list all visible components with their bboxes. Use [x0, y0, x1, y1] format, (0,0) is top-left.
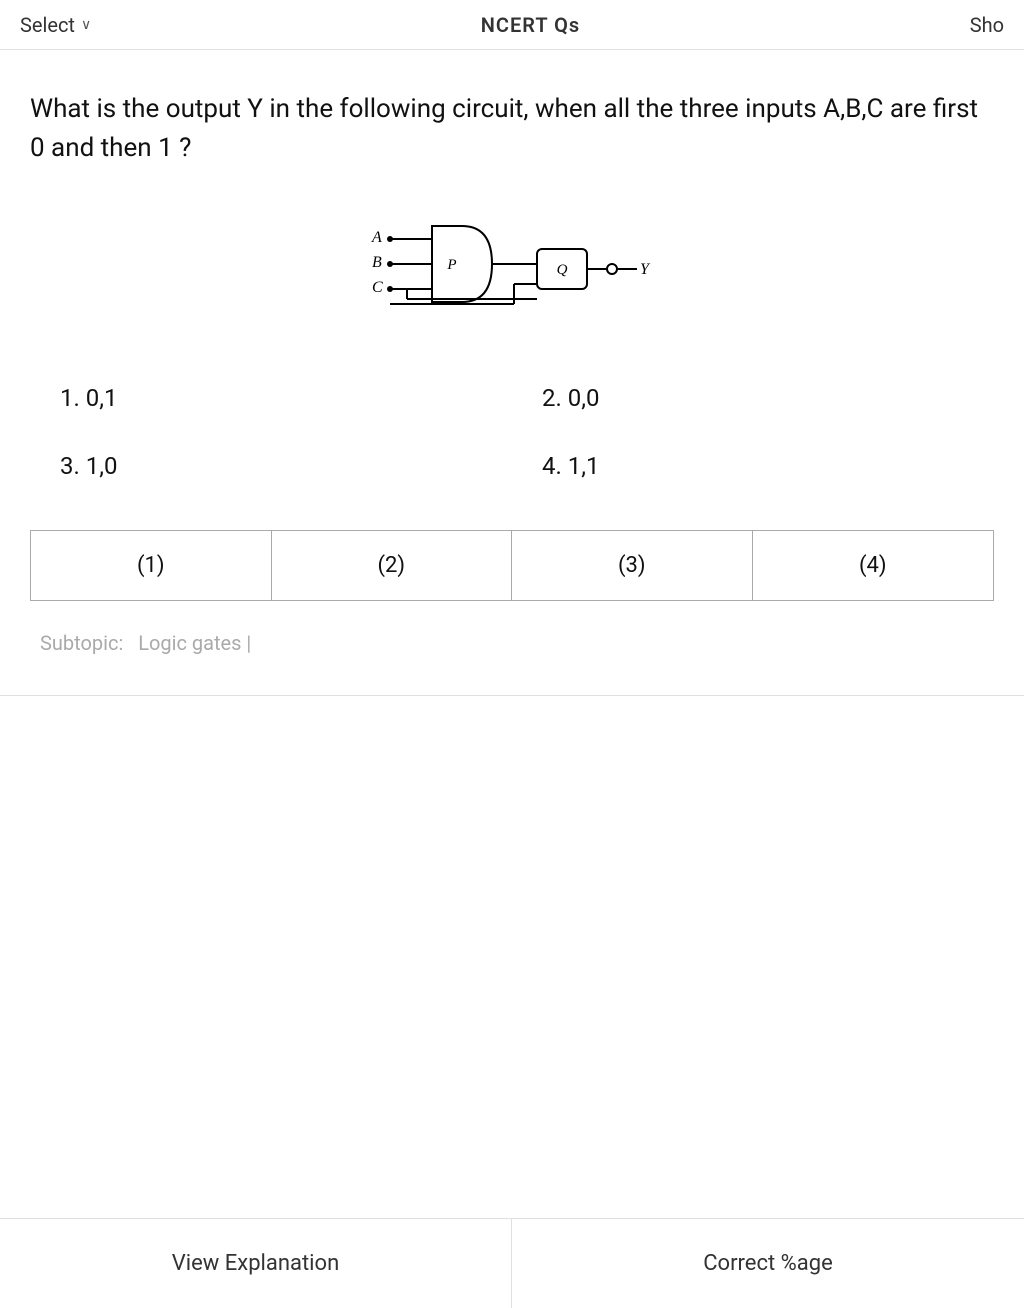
- header-right-label: Sho: [970, 13, 1004, 37]
- svg-text:B: B: [372, 254, 382, 271]
- circuit-svg: A B C P: [352, 204, 672, 324]
- subtopic-prefix: Subtopic:: [40, 631, 123, 655]
- answer-cell-3-label: (3): [618, 553, 646, 578]
- svg-text:C: C: [372, 279, 383, 296]
- option-4[interactable]: 4. 1,1: [512, 432, 994, 500]
- correct-percentage-label: Correct %age: [703, 1251, 833, 1276]
- circuit-diagram: A B C P: [30, 204, 994, 324]
- chevron-down-icon: ∨: [81, 17, 91, 33]
- svg-text:Q: Q: [557, 262, 568, 278]
- option-1[interactable]: 1. 0,1: [30, 364, 512, 432]
- svg-text:A: A: [371, 229, 382, 246]
- answer-cell-1-label: (1): [137, 553, 165, 578]
- bottom-bar: View Explanation Correct %age: [0, 1218, 1024, 1308]
- option-3-value: 1,0: [86, 452, 118, 480]
- header-title: NCERT Qs: [481, 13, 580, 37]
- answer-cell-2-label: (2): [377, 553, 405, 578]
- option-2-value: 0,0: [568, 384, 600, 412]
- subtopic: Subtopic: Logic gates |: [30, 631, 994, 655]
- view-explanation-button[interactable]: View Explanation: [0, 1219, 512, 1308]
- option-2[interactable]: 2. 0,0: [512, 364, 994, 432]
- main-content: What is the output Y in the following ci…: [0, 50, 1024, 695]
- view-explanation-label: View Explanation: [172, 1251, 339, 1276]
- answer-cell-4-label: (4): [859, 553, 887, 578]
- option-1-value: 0,1: [86, 384, 118, 412]
- svg-text:P: P: [446, 257, 456, 273]
- question-text: What is the output Y in the following ci…: [30, 90, 994, 168]
- option-3-number: 3.: [60, 452, 86, 480]
- option-2-number: 2.: [542, 384, 568, 412]
- answer-cell-3[interactable]: (3): [512, 531, 753, 600]
- svg-text:Y: Y: [640, 261, 651, 278]
- subtopic-value: Logic gates |: [138, 631, 251, 655]
- select-dropdown[interactable]: Select ∨: [20, 13, 91, 37]
- answer-selection-row: (1) (2) (3) (4): [30, 530, 994, 601]
- options-grid: 1. 0,1 2. 0,0 3. 1,0 4. 1,1: [30, 364, 994, 500]
- answer-cell-1[interactable]: (1): [31, 531, 272, 600]
- option-4-value: 1,1: [568, 452, 600, 480]
- answer-cell-2[interactable]: (2): [272, 531, 513, 600]
- answer-cell-4[interactable]: (4): [753, 531, 994, 600]
- header: Select ∨ NCERT Qs Sho: [0, 0, 1024, 50]
- bottom-divider: [0, 695, 1024, 696]
- select-label: Select: [20, 13, 75, 37]
- option-4-number: 4.: [542, 452, 568, 480]
- correct-percentage-button[interactable]: Correct %age: [512, 1219, 1024, 1308]
- option-1-number: 1.: [60, 384, 86, 412]
- option-3[interactable]: 3. 1,0: [30, 432, 512, 500]
